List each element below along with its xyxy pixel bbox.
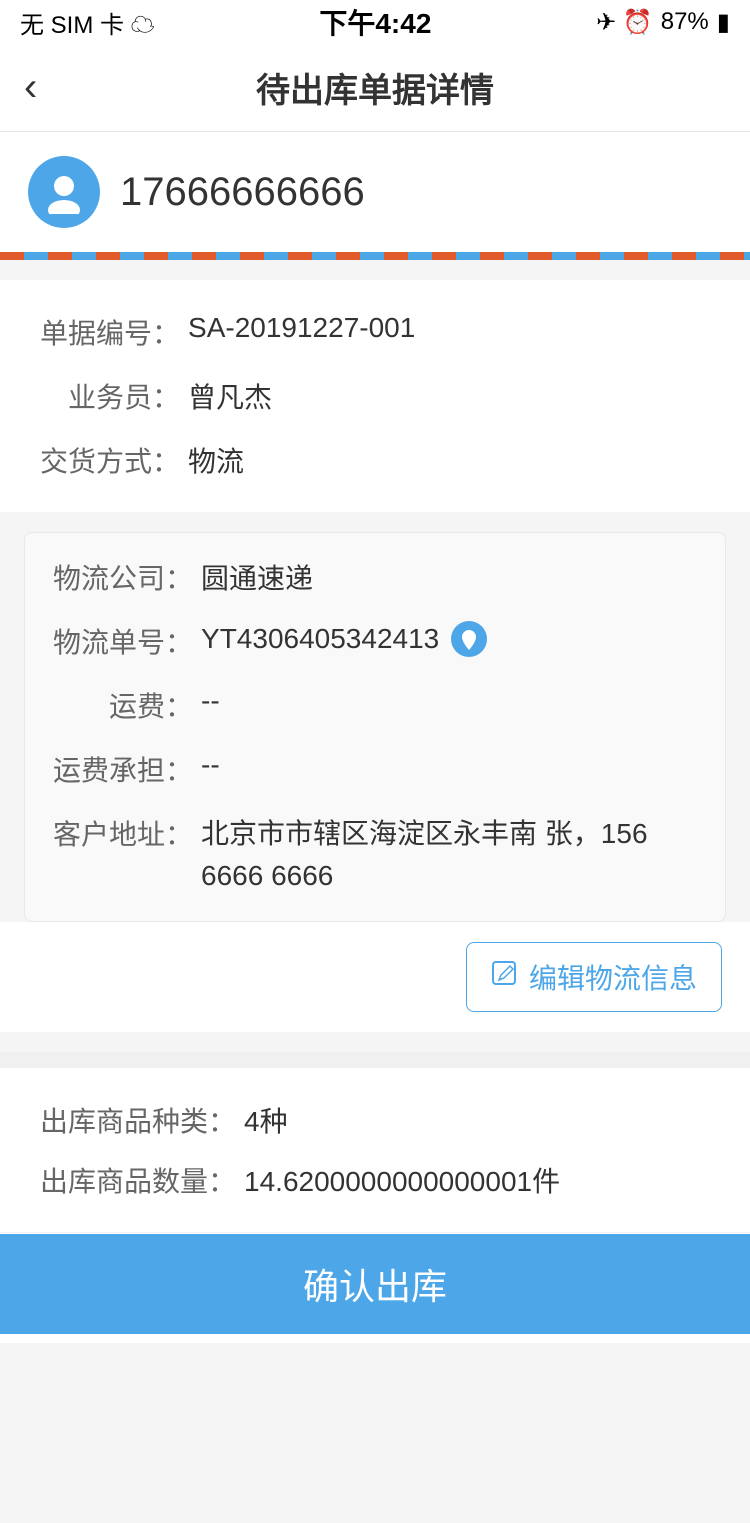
status-time: 下午4:42 xyxy=(319,2,431,42)
delivery-method-row: 交货方式： 物流 xyxy=(40,440,710,480)
status-bar: 无 SIM 卡 ☁ 下午4:42 ✈ ⏰ 87% ▮ xyxy=(0,0,750,44)
sales-person-value: 曾凡杰 xyxy=(188,376,710,416)
freight-bearer-label: 运费承担： xyxy=(53,749,193,789)
dashed-divider xyxy=(0,252,750,260)
location-icon[interactable] xyxy=(451,621,487,657)
freight-label: 运费： xyxy=(53,685,193,725)
battery-level: 87% xyxy=(661,8,709,36)
status-left: 无 SIM 卡 ☁ xyxy=(20,5,155,40)
product-types-label: 出库商品种类： xyxy=(40,1100,236,1140)
product-quantity-row: 出库商品数量： 14.620000000000000​1件 xyxy=(40,1160,710,1200)
freight-bearer-value: -- xyxy=(201,749,697,781)
logistics-company-value: 圆通速递 xyxy=(201,557,697,597)
back-button[interactable]: ‹ xyxy=(24,65,37,110)
edit-icon xyxy=(491,960,519,995)
tracking-number-value: YT43064053424​13 xyxy=(201,623,439,655)
tracking-number-label: 物流单号： xyxy=(53,621,193,661)
delivery-method-value: 物流 xyxy=(188,440,710,480)
freight-bearer-row: 运费承担： -- xyxy=(53,749,697,789)
confirm-bar[interactable]: 确认出库 xyxy=(0,1234,750,1334)
address-value: 北京市市辖区海淀区永丰南 张，156 6666 6666 xyxy=(201,813,697,897)
logistics-company-row: 物流公司： 圆通速递 xyxy=(53,557,697,597)
nav-bar: ‹ 待出库单据详情 xyxy=(0,44,750,132)
sales-person-label: 业务员： xyxy=(40,376,180,416)
bottom-spacer xyxy=(0,1343,750,1523)
battery-icon: ✈ ⏰ xyxy=(596,8,653,37)
basic-info-section: 单据编号： SA-20191227-001 业务员： 曾凡杰 交货方式： 物流 xyxy=(0,280,750,512)
edit-btn-row: 编辑物流信息 xyxy=(0,922,750,1032)
product-quantity-label: 出库商品数量： xyxy=(40,1160,236,1200)
tracking-number-container: YT43064053424​13 xyxy=(201,621,697,657)
avatar xyxy=(28,156,100,228)
edit-logistics-label: 编辑物流信息 xyxy=(529,957,697,997)
freight-value: -- xyxy=(201,685,697,717)
document-number-value: SA-20191227-001 xyxy=(188,312,710,344)
confirm-button-label: 确认出库 xyxy=(303,1258,447,1310)
edit-logistics-button[interactable]: 编辑物流信息 xyxy=(466,942,722,1012)
delivery-method-label: 交货方式： xyxy=(40,440,180,480)
page-title: 待出库单据详情 xyxy=(256,63,494,112)
logistics-section: 物流公司： 圆通速递 物流单号： YT43064053424​13 运费： --… xyxy=(24,532,726,922)
document-number-row: 单据编号： SA-20191227-001 xyxy=(40,312,710,352)
address-label: 客户地址： xyxy=(53,813,193,853)
battery-bar: ▮ xyxy=(717,8,730,37)
customer-header: 17666666666 xyxy=(0,132,750,252)
customer-phone: 17666666666 xyxy=(120,170,365,215)
product-quantity-value: 14.620000000000000​1件 xyxy=(244,1160,560,1200)
status-right: ✈ ⏰ 87% ▮ xyxy=(596,8,730,37)
logistics-company-label: 物流公司： xyxy=(53,557,193,597)
sim-status: 无 SIM 卡 ☁ xyxy=(20,5,155,40)
document-number-label: 单据编号： xyxy=(40,312,180,352)
tracking-number-row: 物流单号： YT43064053424​13 xyxy=(53,621,697,661)
section-divider xyxy=(0,1052,750,1068)
address-row: 客户地址： 北京市市辖区海淀区永丰南 张，156 6666 6666 xyxy=(53,813,697,897)
sales-person-row: 业务员： 曾凡杰 xyxy=(40,376,710,416)
product-section: 出库商品种类： 4种 出库商品数量： 14.620000000000000​1件 xyxy=(0,1068,750,1232)
freight-row: 运费： -- xyxy=(53,685,697,725)
product-types-value: 4种 xyxy=(244,1100,288,1140)
product-types-row: 出库商品种类： 4种 xyxy=(40,1100,710,1140)
